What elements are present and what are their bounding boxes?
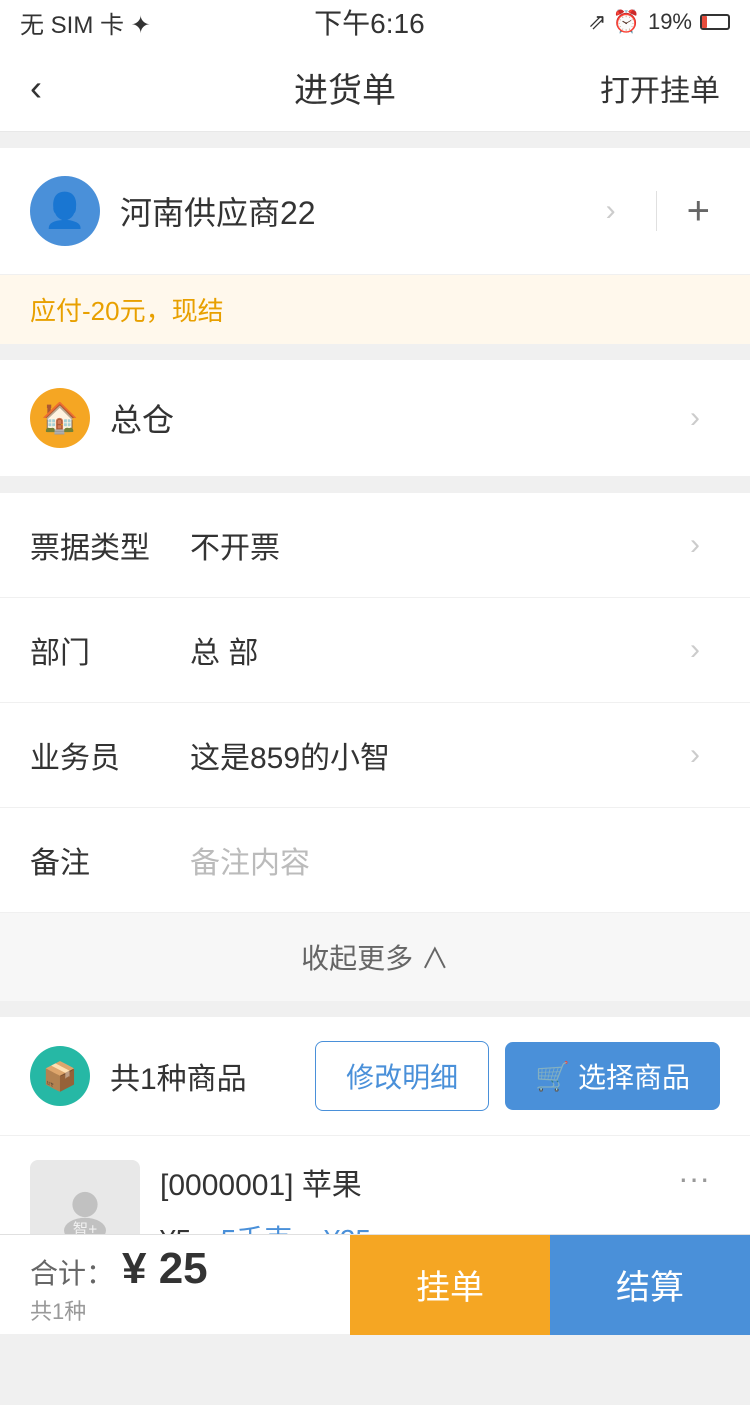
salesperson-row[interactable]: 业务员 这是859的小智 ›	[0, 703, 750, 808]
chevron-right-icon: ›	[690, 633, 700, 667]
status-right: ⇗ ⏰ 19%	[588, 9, 730, 35]
back-button[interactable]: ‹	[30, 67, 90, 109]
total-row: 合计： ¥ 25	[30, 1244, 320, 1294]
checkout-button[interactable]: 结算	[550, 1235, 750, 1335]
department-value: 总 部	[170, 628, 690, 672]
supplier-row[interactable]: 👤 河南供应商22 › +	[0, 148, 750, 275]
add-button[interactable]: +	[677, 189, 720, 234]
products-icon: 📦	[30, 1046, 90, 1106]
page-title: 进货单	[90, 63, 600, 112]
nav-bar: ‹ 进货单 打开挂单	[0, 44, 750, 132]
product-code: [0000001]	[160, 1169, 293, 1202]
supplier-avatar: 👤	[30, 176, 100, 246]
remark-value: 备注内容	[170, 838, 720, 882]
product-name: [0000001] 苹果	[160, 1160, 668, 1204]
battery-icon: ⇗ ⏰	[588, 9, 640, 35]
total-count: 共1种	[30, 1294, 320, 1326]
status-bar: 无 SIM 卡 ✦ 下午6:16 ⇗ ⏰ 19%	[0, 0, 750, 44]
hang-button[interactable]: 挂单	[350, 1235, 550, 1335]
vertical-divider	[656, 191, 657, 231]
warehouse-icon: 🏠	[30, 388, 90, 448]
chevron-right-icon: ›	[690, 528, 700, 562]
notice-bar: 应付-20元，现结	[0, 275, 750, 344]
battery-bar	[700, 14, 730, 30]
products-count: 共1种商品	[110, 1054, 315, 1098]
ticket-type-value: 不开票	[170, 523, 690, 567]
collapse-button[interactable]: 收起更多 ∧	[0, 913, 750, 1001]
remark-label: 备注	[30, 838, 170, 882]
supplier-name: 河南供应商22	[120, 188, 606, 234]
products-header: 📦 共1种商品 修改明细 🛒 选择商品	[0, 1017, 750, 1136]
warehouse-label: 总仓	[110, 395, 690, 441]
chevron-right-icon: ›	[690, 401, 700, 435]
salesperson-value: 这是859的小智	[170, 733, 690, 777]
chevron-right-icon: ›	[606, 194, 616, 228]
more-button[interactable]: ···	[668, 1160, 720, 1197]
status-left: 无 SIM 卡 ✦	[20, 5, 151, 40]
product-title: 苹果	[302, 1169, 362, 1202]
battery-percent: 19%	[648, 9, 692, 35]
signal-text: 无 SIM 卡 ✦	[20, 5, 151, 40]
department-label: 部门	[30, 628, 170, 672]
ticket-type-label: 票据类型	[30, 523, 170, 567]
open-hang-button[interactable]: 打开挂单	[600, 66, 720, 110]
avatar-icon: 👤	[44, 191, 86, 231]
bottom-bar: 合计： ¥ 25 共1种 挂单 结算	[0, 1234, 750, 1334]
ticket-type-row[interactable]: 票据类型 不开票 ›	[0, 493, 750, 598]
remark-row[interactable]: 备注 备注内容	[0, 808, 750, 913]
total-label: 合计：	[30, 1252, 114, 1292]
supplier-section: 👤 河南供应商22 › + 应付-20元，现结	[0, 148, 750, 344]
chevron-right-icon: ›	[690, 738, 700, 772]
cart-icon: 📦	[43, 1060, 78, 1093]
warehouse-section: 🏠 总仓 ›	[0, 360, 750, 477]
department-row[interactable]: 部门 总 部 ›	[0, 598, 750, 703]
status-time: 下午6:16	[314, 2, 425, 42]
total-section: 合计： ¥ 25 共1种	[0, 1244, 350, 1326]
edit-detail-button[interactable]: 修改明细	[315, 1041, 489, 1111]
salesperson-label: 业务员	[30, 733, 170, 777]
warehouse-row[interactable]: 🏠 总仓 ›	[0, 360, 750, 477]
form-section: 票据类型 不开票 › 部门 总 部 › 业务员 这是859的小智 › 备注 备注…	[0, 493, 750, 913]
select-icon: 🛒	[535, 1060, 570, 1093]
total-amount: ¥ 25	[122, 1244, 208, 1294]
select-product-button[interactable]: 🛒 选择商品	[505, 1042, 720, 1110]
